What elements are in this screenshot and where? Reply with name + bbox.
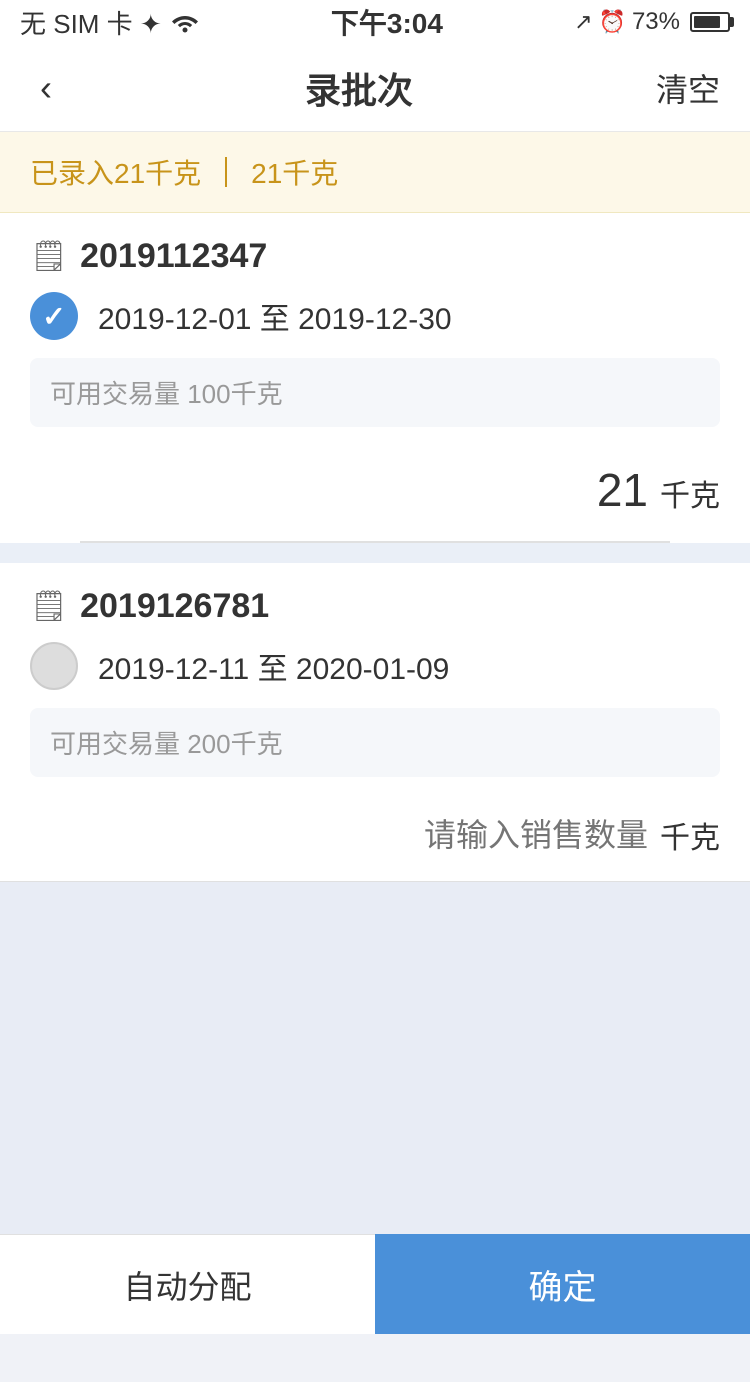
gray-area	[0, 882, 750, 1282]
status-bar-time: 下午3:04	[331, 2, 443, 42]
battery-icon	[690, 12, 730, 32]
amount-input-row-2[interactable]: 千克	[0, 797, 750, 882]
batch-item-1: 🗒 2019112347 ✓ 2019-12-01 至 2019-12-30 可…	[0, 213, 750, 427]
location-icon: ↗	[574, 9, 592, 35]
batch-item-2: 🗒 2019126781 2019-12-11 至 2020-01-09 可用交…	[0, 563, 750, 777]
status-bar-left: 无 SIM 卡 ✦	[20, 4, 200, 41]
bottom-bar: 自动分配 确定	[0, 1234, 750, 1334]
radio-selected-1[interactable]: ✓	[30, 292, 78, 340]
back-button[interactable]: ‹	[30, 57, 62, 119]
summary-amount: 21千克	[251, 152, 338, 192]
sim-text: 无 SIM 卡 ✦	[20, 4, 162, 41]
batch-icon-1: 🗒	[30, 239, 68, 274]
amount-row-1: 21 千克	[0, 447, 750, 541]
batch-header-1: 🗒 2019112347	[30, 237, 720, 276]
batch-id-2: 2019126781	[80, 587, 269, 626]
recorded-label: 已录入21千克	[30, 152, 201, 192]
auto-distribute-button[interactable]: 自动分配	[0, 1234, 375, 1334]
battery-percent: 73%	[632, 8, 680, 36]
batch-date-2: 2019-12-11 至 2020-01-09	[98, 644, 449, 688]
page-title: 录批次	[305, 62, 413, 114]
batch-card-2: 🗒 2019126781 2019-12-11 至 2020-01-09 可用交…	[0, 563, 750, 882]
batch-card-1: 🗒 2019112347 ✓ 2019-12-01 至 2019-12-30 可…	[0, 213, 750, 543]
status-bar-right: ↗ ⏰ 73%	[574, 8, 730, 36]
batch-availability-2: 可用交易量 200千克	[30, 708, 720, 777]
quantity-input-2[interactable]	[30, 817, 648, 854]
unit-label-2: 千克	[660, 813, 720, 857]
alarm-icon: ⏰	[599, 9, 626, 35]
batch-header-2: 🗒 2019126781	[30, 587, 720, 626]
batch-id-1: 2019112347	[80, 237, 267, 276]
section-divider	[0, 543, 750, 563]
checkmark-1: ✓	[42, 300, 65, 333]
wifi-icon	[170, 11, 200, 33]
summary-divider	[225, 157, 227, 187]
batch-row-1[interactable]: ✓ 2019-12-01 至 2019-12-30	[30, 292, 720, 340]
clear-button[interactable]: 清空	[656, 65, 720, 111]
confirm-button[interactable]: 确定	[375, 1234, 750, 1334]
batch-availability-1: 可用交易量 100千克	[30, 358, 720, 427]
radio-unselected-2[interactable]	[30, 642, 78, 690]
status-bar: 无 SIM 卡 ✦ 下午3:04 ↗ ⏰ 73%	[0, 0, 750, 44]
amount-value-1: 21	[597, 463, 648, 517]
batch-icon-2: 🗒	[30, 589, 68, 624]
summary-banner: 已录入21千克 21千克	[0, 132, 750, 213]
batch-row-2[interactable]: 2019-12-11 至 2020-01-09	[30, 642, 720, 690]
amount-unit-1: 千克	[660, 471, 720, 515]
batch-date-1: 2019-12-01 至 2019-12-30	[98, 294, 452, 338]
nav-bar: ‹ 录批次 清空	[0, 44, 750, 132]
